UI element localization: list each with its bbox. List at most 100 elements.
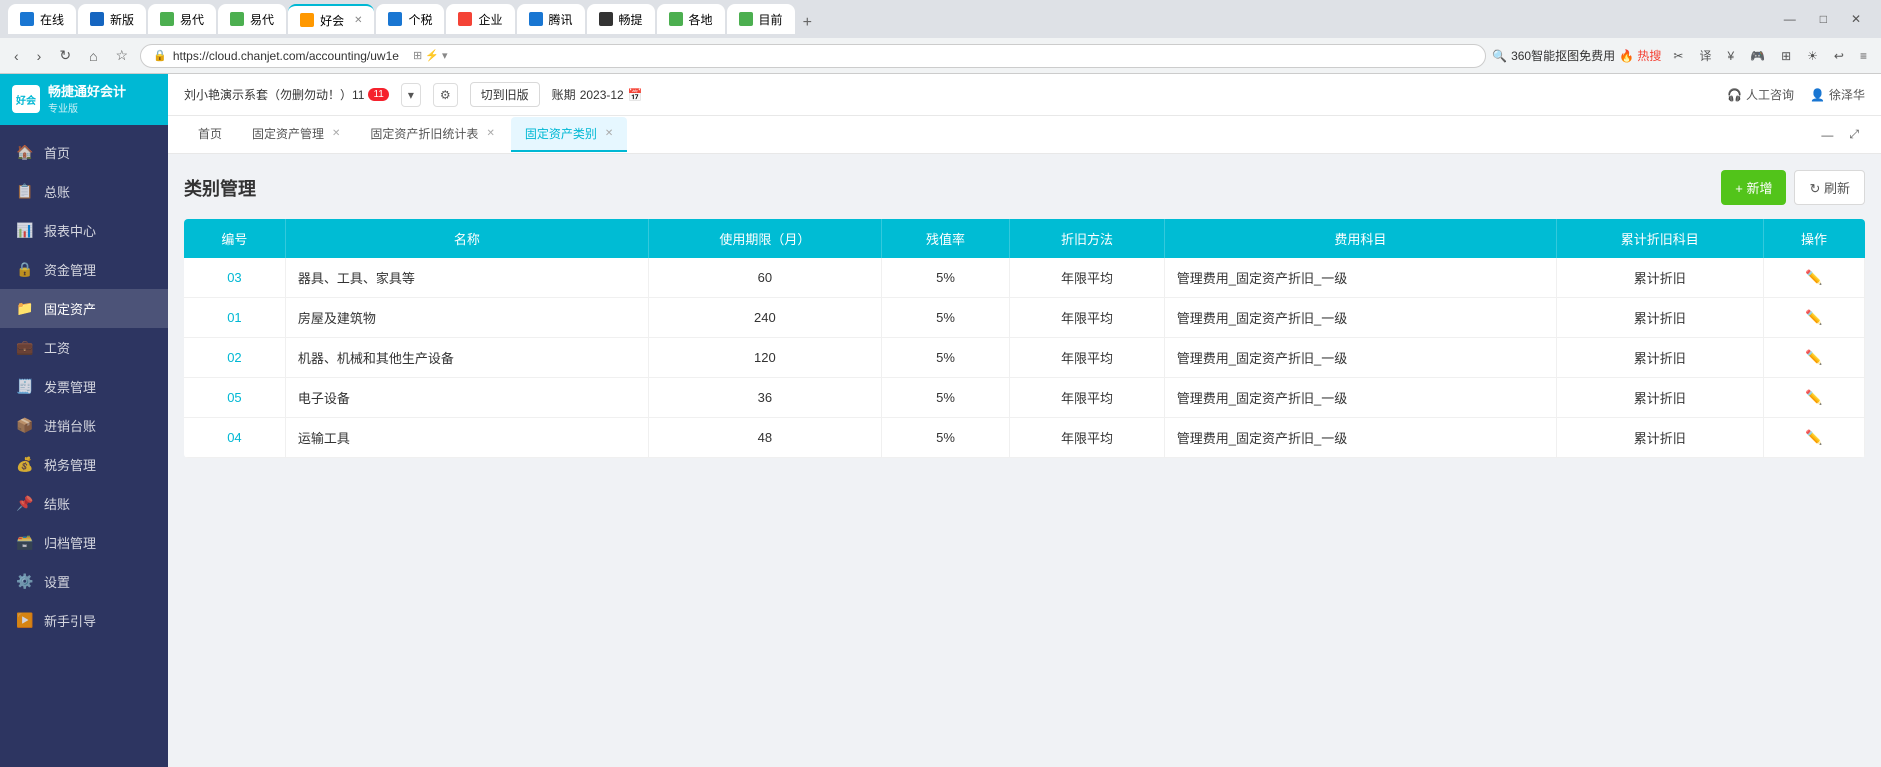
cell-expense: 管理费用_固定资产折旧_一级	[1164, 338, 1556, 378]
user-avatar[interactable]: 👤 徐泽华	[1810, 86, 1865, 103]
tab-home[interactable]: 首页	[184, 117, 236, 152]
col-header-expense: 费用科目	[1164, 219, 1556, 258]
topbar-period: 账期 2023-12 📅	[552, 86, 643, 103]
cell-id: 01	[184, 298, 285, 338]
sidebar-item-label: 设置	[44, 572, 70, 591]
sidebar-item-close[interactable]: 📌 结账	[0, 484, 168, 523]
theme-icon[interactable]: ☀	[1801, 44, 1824, 67]
payroll-icon: 💼	[16, 339, 34, 356]
history-icon[interactable]: ↩	[1828, 44, 1850, 67]
sidebar-item-label: 结账	[44, 494, 70, 513]
cell-expense: 管理费用_固定资产折旧_一级	[1164, 298, 1556, 338]
browser-tab-yidai1[interactable]: 易代	[148, 4, 216, 34]
consult-link[interactable]: 🎧 人工咨询	[1727, 86, 1794, 103]
bookmark-button[interactable]: ☆	[110, 43, 135, 68]
sidebar-item-home[interactable]: 🏠 首页	[0, 133, 168, 172]
calendar-icon[interactable]: 📅	[628, 88, 643, 102]
menu-icon[interactable]: ≡	[1854, 44, 1873, 67]
sidebar-item-funds[interactable]: 🔒 资金管理	[0, 250, 168, 289]
add-button[interactable]: + 新增	[1721, 170, 1786, 205]
browser-tab-zaixian[interactable]: 在线	[8, 4, 76, 34]
tab-label: 个税	[408, 11, 432, 28]
sidebar-item-label: 总账	[44, 182, 70, 201]
edit-icon[interactable]: ✏️	[1805, 429, 1822, 445]
maximize-button[interactable]: □	[1808, 12, 1839, 26]
cell-name: 机器、机械和其他生产设备	[285, 338, 648, 378]
browser-tab-xin[interactable]: 新版	[78, 4, 146, 34]
cell-accumulated: 累计折旧	[1556, 258, 1763, 298]
sidebar-item-label: 工资	[44, 338, 70, 357]
cell-action[interactable]: ✏️	[1763, 258, 1864, 298]
tab-close-fixed-mgmt[interactable]: ✕	[332, 128, 340, 139]
close-button[interactable]: ✕	[1839, 12, 1873, 26]
edit-icon[interactable]: ✏️	[1805, 269, 1822, 285]
cell-residual: 5%	[881, 378, 1009, 418]
minimize-button[interactable]: —	[1772, 12, 1808, 26]
tab-label: 易代	[180, 11, 204, 28]
game-icon[interactable]: 🎮	[1744, 44, 1771, 67]
home-button[interactable]: ⌂	[83, 44, 103, 68]
avatar-icon: 👤	[1810, 88, 1825, 102]
search-area: 🔍 360智能抠图免费用 🔥 热搜	[1492, 47, 1661, 64]
sidebar-item-reports[interactable]: 📊 报表中心	[0, 211, 168, 250]
sidebar-item-sales[interactable]: 📦 进销台账	[0, 406, 168, 445]
browser-tab-tengxun[interactable]: 腾讯	[517, 4, 585, 34]
grid-icon[interactable]: ⊞	[1775, 44, 1797, 67]
cell-id: 03	[184, 258, 285, 298]
sidebar-item-settings[interactable]: ⚙️ 设置	[0, 562, 168, 601]
cell-method: 年限平均	[1010, 258, 1165, 298]
sidebar-item-ledger[interactable]: 📋 总账	[0, 172, 168, 211]
browser-tab-geshui[interactable]: 个税	[376, 4, 444, 34]
search-icon: 🔍	[1492, 49, 1507, 63]
cell-name: 运输工具	[285, 418, 648, 458]
switch-version-button[interactable]: 切到旧版	[470, 82, 540, 107]
tab-minimize-button[interactable]: —	[1815, 124, 1839, 146]
consult-label: 人工咨询	[1746, 86, 1794, 103]
sidebar-item-archive[interactable]: 🗃️ 归档管理	[0, 523, 168, 562]
tab-fixed-mgmt[interactable]: 固定资产管理 ✕	[238, 117, 354, 152]
funds-icon: 🔒	[16, 261, 34, 278]
tab-close-fixed-depr[interactable]: ✕	[486, 128, 494, 139]
app-tabs-bar: 首页 固定资产管理 ✕ 固定资产折旧统计表 ✕ 固定资产类别 ✕ — ⤢	[168, 116, 1881, 154]
cell-action[interactable]: ✏️	[1763, 418, 1864, 458]
reload-button[interactable]: ↻	[53, 43, 77, 68]
tab-fixed-cat[interactable]: 固定资产类别 ✕	[511, 117, 627, 152]
settings-topbar-button[interactable]: ⚙	[433, 83, 458, 107]
edit-icon[interactable]: ✏️	[1805, 389, 1822, 405]
sidebar-item-tax[interactable]: 💰 税务管理	[0, 445, 168, 484]
browser-tab-qiye[interactable]: 企业	[446, 4, 514, 34]
browser-tab-changte[interactable]: 畅提	[587, 4, 655, 34]
browser-tab-haohui[interactable]: 好会 ✕	[288, 4, 374, 34]
cell-action[interactable]: ✏️	[1763, 378, 1864, 418]
cell-expense: 管理费用_固定资产折旧_一级	[1164, 378, 1556, 418]
cell-accumulated: 累计折旧	[1556, 338, 1763, 378]
edit-icon[interactable]: ✏️	[1805, 349, 1822, 365]
back-button[interactable]: ‹	[8, 44, 25, 68]
sidebar-item-guide[interactable]: ▶️ 新手引导	[0, 601, 168, 640]
refresh-button[interactable]: ↻ 刷新	[1794, 170, 1865, 205]
browser-tab-shumu[interactable]: 目前	[727, 4, 795, 34]
cell-action[interactable]: ✏️	[1763, 298, 1864, 338]
browser-tab-yidai2[interactable]: 易代	[218, 4, 286, 34]
browser-tab-close-haohui[interactable]: ✕	[354, 15, 362, 26]
tab-fixed-depr[interactable]: 固定资产折旧统计表 ✕	[356, 117, 508, 152]
sidebar-item-invoice[interactable]: 🧾 发票管理	[0, 367, 168, 406]
sidebar-item-payroll[interactable]: 💼 工资	[0, 328, 168, 367]
cell-id: 02	[184, 338, 285, 378]
sidebar-item-fixed-assets[interactable]: 📁 固定资产	[0, 289, 168, 328]
cut-icon[interactable]: ✂	[1667, 44, 1689, 67]
tab-close-fixed-cat[interactable]: ✕	[605, 128, 613, 139]
edit-icon[interactable]: ✏️	[1805, 309, 1822, 325]
cell-method: 年限平均	[1010, 378, 1165, 418]
cell-action[interactable]: ✏️	[1763, 338, 1864, 378]
cell-method: 年限平均	[1010, 338, 1165, 378]
address-bar[interactable]: 🔒 https://cloud.chanjet.com/accounting/u…	[140, 44, 1486, 68]
dropdown-button[interactable]: ▾	[401, 83, 421, 107]
currency-icon[interactable]: ¥	[1721, 44, 1740, 67]
tab-expand-button[interactable]: ⤢	[1843, 123, 1865, 146]
browser-tab-gedi[interactable]: 各地	[657, 4, 725, 34]
new-tab-button[interactable]: +	[797, 12, 818, 34]
translate-icon[interactable]: 译	[1693, 44, 1717, 67]
forward-button[interactable]: ›	[31, 44, 48, 68]
cell-name: 电子设备	[285, 378, 648, 418]
